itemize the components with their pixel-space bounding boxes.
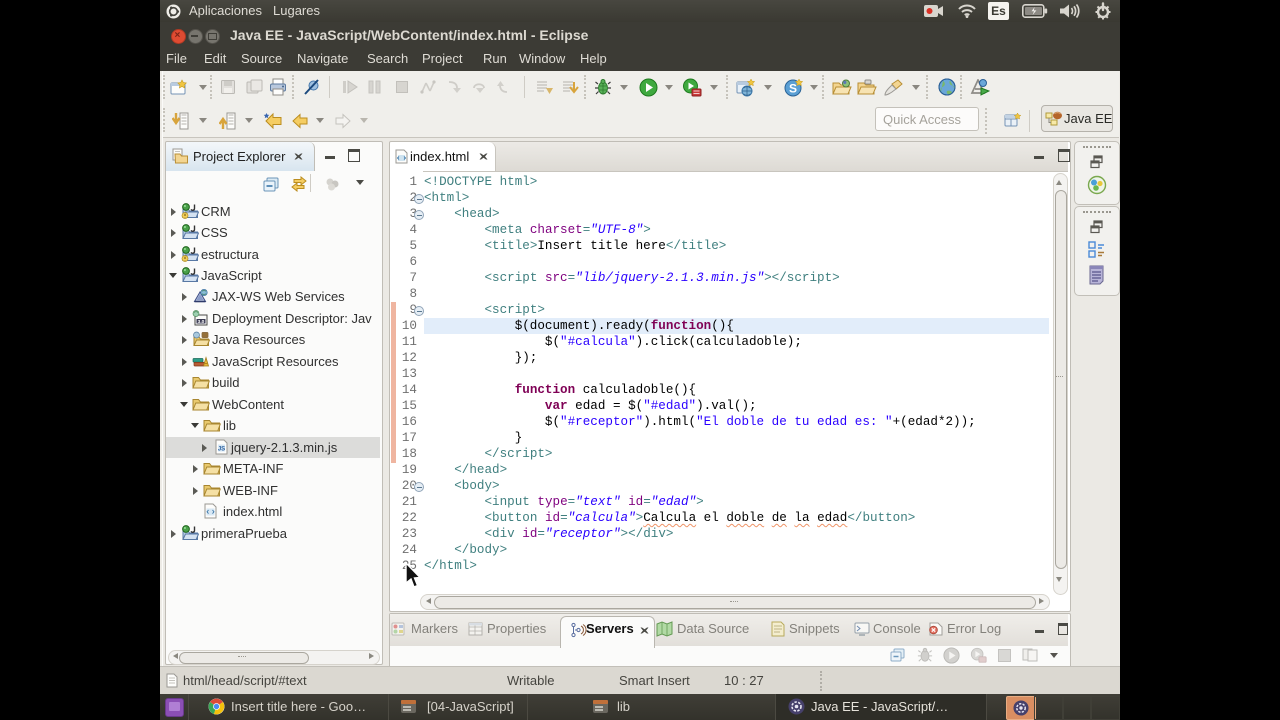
svg-text:S: S (789, 82, 797, 96)
